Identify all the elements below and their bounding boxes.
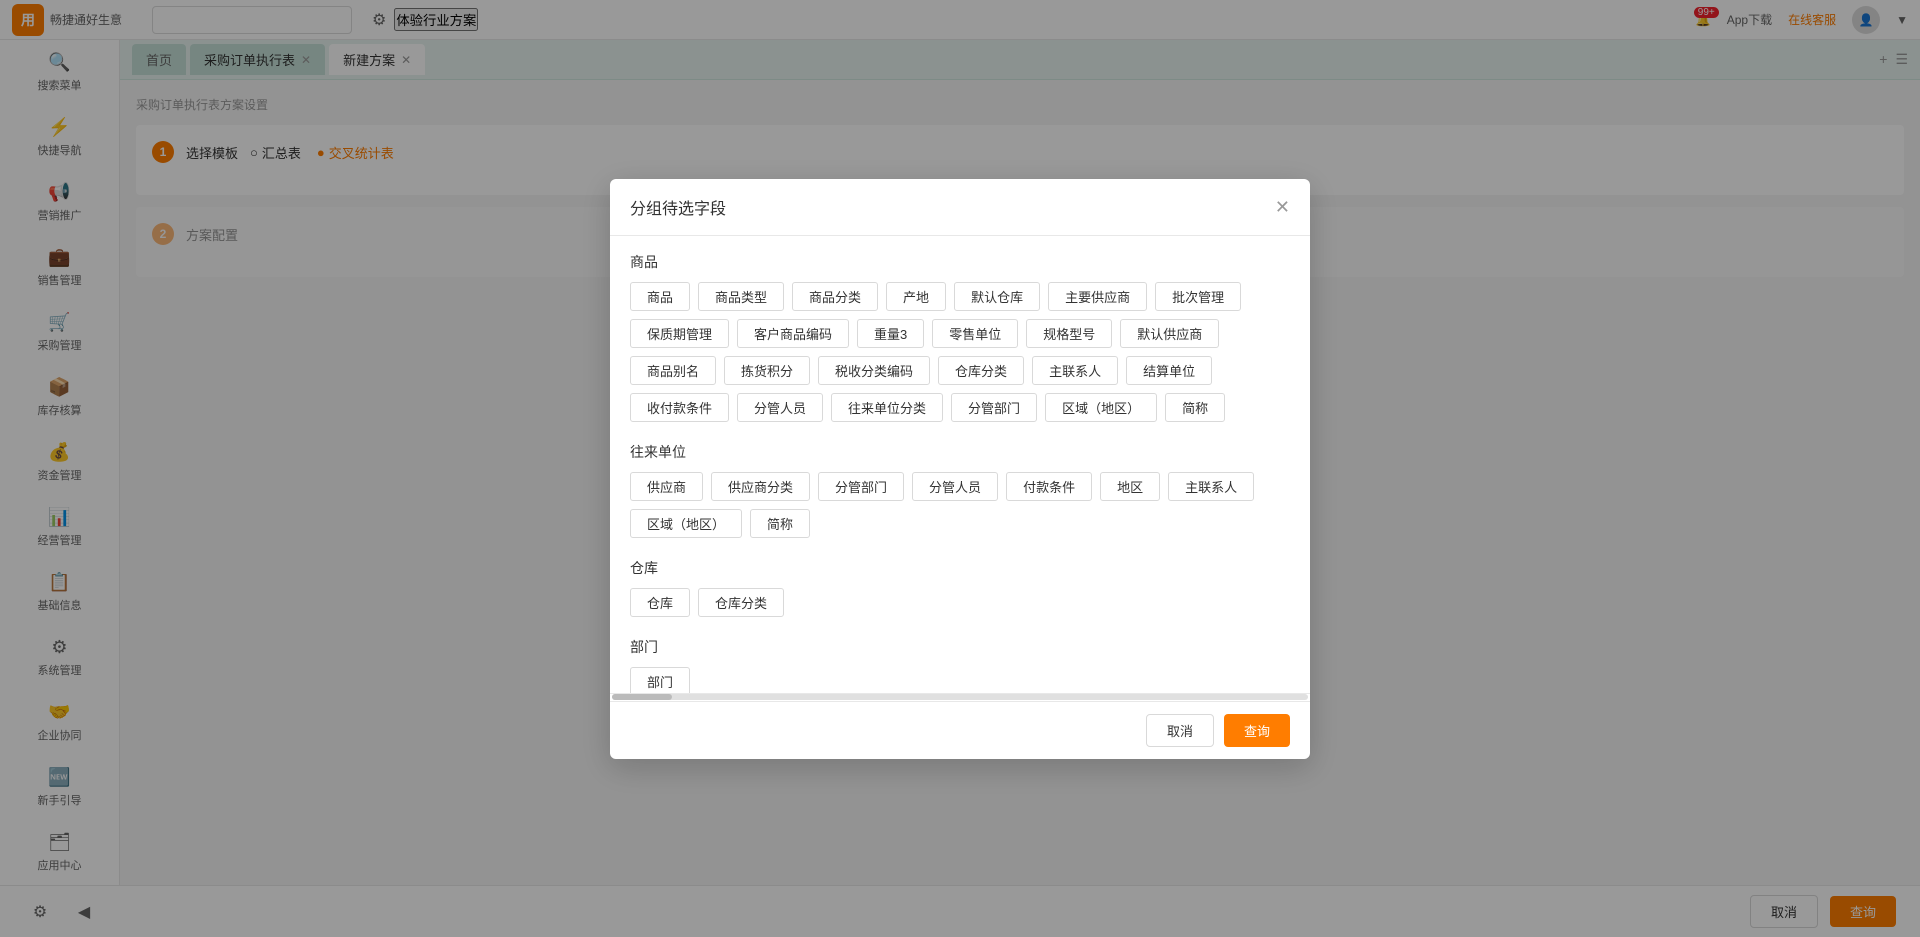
modal-footer: 取消 查询 xyxy=(610,701,1310,759)
field-tag[interactable]: 供应商 xyxy=(630,472,703,501)
field-tag[interactable]: 商品分类 xyxy=(792,282,878,311)
field-tag[interactable]: 拣货积分 xyxy=(724,356,810,385)
group-warehouse: 仓库 仓库 仓库分类 xyxy=(630,558,1290,617)
group-product: 商品 商品 商品类型 商品分类 产地 默认仓库 主要供应商 批次管理 保质期管理… xyxy=(630,252,1290,422)
field-tag[interactable]: 产地 xyxy=(886,282,946,311)
field-tag[interactable]: 部门 xyxy=(630,667,690,693)
field-tag[interactable]: 收付款条件 xyxy=(630,393,729,422)
hscroll-thumb xyxy=(612,694,672,700)
modal-horizontal-scrollbar[interactable] xyxy=(610,693,1310,701)
field-tag[interactable]: 重量3 xyxy=(857,319,924,348)
field-tag[interactable]: 批次管理 xyxy=(1155,282,1241,311)
field-tag[interactable]: 分管部门 xyxy=(818,472,904,501)
modal-cancel-button[interactable]: 取消 xyxy=(1146,714,1214,747)
field-tag[interactable]: 地区 xyxy=(1100,472,1160,501)
field-tag[interactable]: 零售单位 xyxy=(932,319,1018,348)
field-tag[interactable]: 仓库 xyxy=(630,588,690,617)
field-tag[interactable]: 区域（地区） xyxy=(1045,393,1157,422)
field-tag[interactable]: 往来单位分类 xyxy=(831,393,943,422)
modal-close-button[interactable]: ✕ xyxy=(1275,198,1290,216)
group-warehouse-title: 仓库 xyxy=(630,558,1290,578)
modal-header: 分组待选字段 ✕ xyxy=(610,179,1310,236)
field-tag[interactable]: 保质期管理 xyxy=(630,319,729,348)
group-department: 部门 部门 xyxy=(630,637,1290,693)
field-tag[interactable]: 主要供应商 xyxy=(1048,282,1147,311)
field-tag[interactable]: 简称 xyxy=(750,509,810,538)
field-tag[interactable]: 区域（地区） xyxy=(630,509,742,538)
group-partner-fields: 供应商 供应商分类 分管部门 分管人员 付款条件 地区 主联系人 区域（地区） … xyxy=(630,472,1290,538)
field-tag[interactable]: 商品别名 xyxy=(630,356,716,385)
field-tag[interactable]: 分管部门 xyxy=(951,393,1037,422)
field-tag[interactable]: 结算单位 xyxy=(1126,356,1212,385)
modal-overlay: 分组待选字段 ✕ 商品 商品 商品类型 商品分类 产地 默认仓库 主要供应商 批… xyxy=(0,0,1920,937)
field-tag[interactable]: 仓库分类 xyxy=(938,356,1024,385)
modal-confirm-button[interactable]: 查询 xyxy=(1224,714,1290,747)
field-tag[interactable]: 规格型号 xyxy=(1026,319,1112,348)
field-tag[interactable]: 默认供应商 xyxy=(1120,319,1219,348)
hscroll-track xyxy=(612,694,1308,700)
group-product-fields: 商品 商品类型 商品分类 产地 默认仓库 主要供应商 批次管理 保质期管理 客户… xyxy=(630,282,1290,422)
field-tag[interactable]: 仓库分类 xyxy=(698,588,784,617)
field-tag[interactable]: 分管人员 xyxy=(737,393,823,422)
field-tag[interactable]: 简称 xyxy=(1165,393,1225,422)
group-department-title: 部门 xyxy=(630,637,1290,657)
group-product-title: 商品 xyxy=(630,252,1290,272)
field-tag[interactable]: 商品 xyxy=(630,282,690,311)
field-tag[interactable]: 商品类型 xyxy=(698,282,784,311)
field-tag[interactable]: 供应商分类 xyxy=(711,472,810,501)
field-tag[interactable]: 付款条件 xyxy=(1006,472,1092,501)
field-select-modal: 分组待选字段 ✕ 商品 商品 商品类型 商品分类 产地 默认仓库 主要供应商 批… xyxy=(610,179,1310,759)
field-tag[interactable]: 默认仓库 xyxy=(954,282,1040,311)
group-partner: 往来单位 供应商 供应商分类 分管部门 分管人员 付款条件 地区 主联系人 区域… xyxy=(630,442,1290,538)
field-tag[interactable]: 主联系人 xyxy=(1168,472,1254,501)
modal-body: 商品 商品 商品类型 商品分类 产地 默认仓库 主要供应商 批次管理 保质期管理… xyxy=(610,236,1310,693)
group-partner-title: 往来单位 xyxy=(630,442,1290,462)
field-tag[interactable]: 分管人员 xyxy=(912,472,998,501)
modal-title: 分组待选字段 xyxy=(630,195,726,219)
field-tag[interactable]: 主联系人 xyxy=(1032,356,1118,385)
group-warehouse-fields: 仓库 仓库分类 xyxy=(630,588,1290,617)
field-tag[interactable]: 客户商品编码 xyxy=(737,319,849,348)
group-department-fields: 部门 xyxy=(630,667,1290,693)
field-tag[interactable]: 税收分类编码 xyxy=(818,356,930,385)
